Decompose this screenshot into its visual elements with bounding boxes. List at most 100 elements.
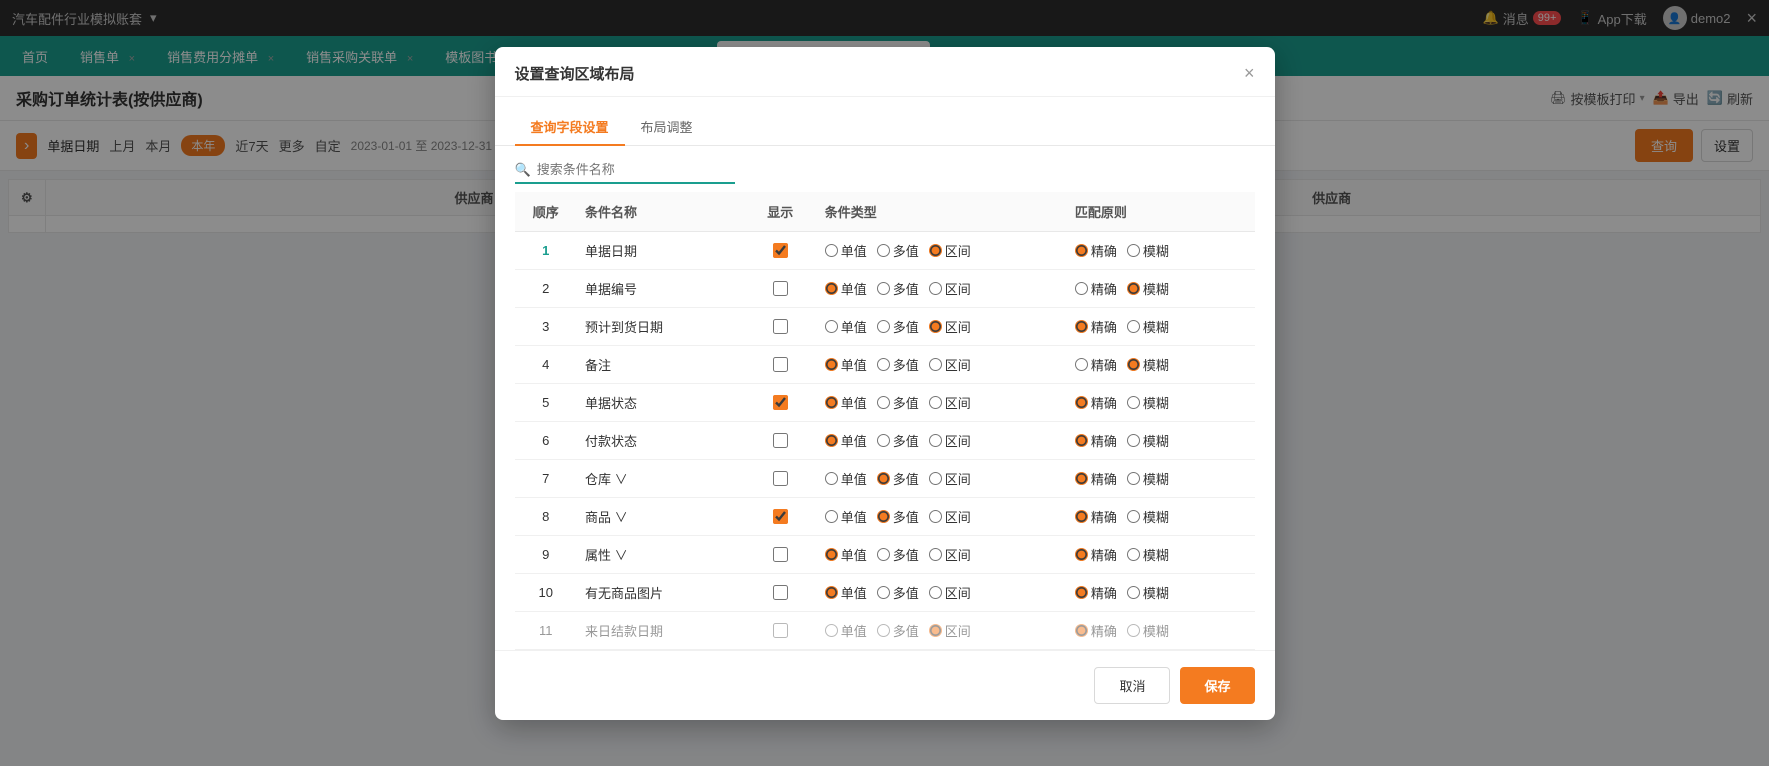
match-radio-精确[interactable]: 精确 <box>1075 583 1117 602</box>
match-radio-模糊[interactable]: 模糊 <box>1127 241 1169 260</box>
row-display-checkbox[interactable] <box>773 471 788 486</box>
type-radio-input[interactable] <box>877 624 890 637</box>
type-radio-input[interactable] <box>877 282 890 295</box>
match-radio-input[interactable] <box>1127 472 1140 485</box>
match-radio-模糊[interactable]: 模糊 <box>1127 279 1169 298</box>
type-radio-区间[interactable]: 区间 <box>929 545 971 564</box>
type-radio-input[interactable] <box>877 244 890 257</box>
type-radio-区间[interactable]: 区间 <box>929 507 971 526</box>
row-display-checkbox[interactable] <box>773 395 788 410</box>
match-radio-精确[interactable]: 精确 <box>1075 507 1117 526</box>
match-radio-input[interactable] <box>1127 586 1140 599</box>
type-radio-input[interactable] <box>825 320 838 333</box>
type-radio-input[interactable] <box>877 510 890 523</box>
match-radio-精确[interactable]: 精确 <box>1075 317 1117 336</box>
type-radio-input[interactable] <box>929 244 942 257</box>
match-radio-精确[interactable]: 精确 <box>1075 355 1117 374</box>
type-radio-input[interactable] <box>929 282 942 295</box>
type-radio-input[interactable] <box>825 358 838 371</box>
type-radio-单值[interactable]: 单值 <box>825 583 867 602</box>
type-radio-input[interactable] <box>825 624 838 637</box>
type-radio-input[interactable] <box>877 320 890 333</box>
row-display-checkbox[interactable] <box>773 357 788 372</box>
type-radio-区间[interactable]: 区间 <box>929 355 971 374</box>
match-radio-input[interactable] <box>1127 358 1140 371</box>
match-radio-input[interactable] <box>1075 282 1088 295</box>
type-radio-多值[interactable]: 多值 <box>877 583 919 602</box>
match-radio-input[interactable] <box>1127 282 1140 295</box>
type-radio-input[interactable] <box>929 434 942 447</box>
match-radio-input[interactable] <box>1075 510 1088 523</box>
type-radio-input[interactable] <box>929 396 942 409</box>
type-radio-区间[interactable]: 区间 <box>929 431 971 450</box>
match-radio-精确[interactable]: 精确 <box>1075 393 1117 412</box>
match-radio-input[interactable] <box>1075 472 1088 485</box>
type-radio-input[interactable] <box>877 358 890 371</box>
type-radio-input[interactable] <box>929 548 942 561</box>
search-input[interactable] <box>537 162 717 177</box>
type-radio-input[interactable] <box>929 358 942 371</box>
tab-layout-adjust[interactable]: 布局调整 <box>625 109 709 146</box>
match-radio-精确[interactable]: 精确 <box>1075 431 1117 450</box>
type-radio-input[interactable] <box>825 472 838 485</box>
type-radio-input[interactable] <box>825 548 838 561</box>
type-radio-区间[interactable]: 区间 <box>929 317 971 336</box>
match-radio-input[interactable] <box>1127 320 1140 333</box>
type-radio-单值[interactable]: 单值 <box>825 393 867 412</box>
type-radio-多值[interactable]: 多值 <box>877 317 919 336</box>
type-radio-多值[interactable]: 多值 <box>877 431 919 450</box>
type-radio-单值[interactable]: 单值 <box>825 621 867 640</box>
row-display-checkbox[interactable] <box>773 509 788 524</box>
type-radio-多值[interactable]: 多值 <box>877 241 919 260</box>
type-radio-单值[interactable]: 单值 <box>825 469 867 488</box>
match-radio-模糊[interactable]: 模糊 <box>1127 469 1169 488</box>
match-radio-input[interactable] <box>1127 624 1140 637</box>
match-radio-模糊[interactable]: 模糊 <box>1127 431 1169 450</box>
type-radio-input[interactable] <box>877 586 890 599</box>
type-radio-多值[interactable]: 多值 <box>877 279 919 298</box>
match-radio-模糊[interactable]: 模糊 <box>1127 621 1169 640</box>
type-radio-input[interactable] <box>825 586 838 599</box>
type-radio-多值[interactable]: 多值 <box>877 621 919 640</box>
match-radio-模糊[interactable]: 模糊 <box>1127 583 1169 602</box>
type-radio-单值[interactable]: 单值 <box>825 279 867 298</box>
type-radio-区间[interactable]: 区间 <box>929 393 971 412</box>
type-radio-多值[interactable]: 多值 <box>877 507 919 526</box>
row-display-checkbox[interactable] <box>773 547 788 562</box>
match-radio-input[interactable] <box>1075 548 1088 561</box>
match-radio-模糊[interactable]: 模糊 <box>1127 545 1169 564</box>
row-display-checkbox[interactable] <box>773 243 788 258</box>
row-display-checkbox[interactable] <box>773 319 788 334</box>
match-radio-input[interactable] <box>1075 320 1088 333</box>
match-radio-input[interactable] <box>1127 434 1140 447</box>
match-radio-模糊[interactable]: 模糊 <box>1127 355 1169 374</box>
match-radio-input[interactable] <box>1075 586 1088 599</box>
type-radio-单值[interactable]: 单值 <box>825 355 867 374</box>
match-radio-input[interactable] <box>1075 358 1088 371</box>
type-radio-单值[interactable]: 单值 <box>825 507 867 526</box>
type-radio-区间[interactable]: 区间 <box>929 583 971 602</box>
row-display-checkbox[interactable] <box>773 281 788 296</box>
match-radio-input[interactable] <box>1127 510 1140 523</box>
match-radio-input[interactable] <box>1075 244 1088 257</box>
match-radio-input[interactable] <box>1127 548 1140 561</box>
type-radio-input[interactable] <box>929 586 942 599</box>
type-radio-input[interactable] <box>877 434 890 447</box>
match-radio-input[interactable] <box>1127 396 1140 409</box>
type-radio-input[interactable] <box>877 396 890 409</box>
match-radio-模糊[interactable]: 模糊 <box>1127 393 1169 412</box>
type-radio-input[interactable] <box>825 434 838 447</box>
match-radio-精确[interactable]: 精确 <box>1075 241 1117 260</box>
match-radio-精确[interactable]: 精确 <box>1075 469 1117 488</box>
row-display-checkbox[interactable] <box>773 623 788 638</box>
type-radio-区间[interactable]: 区间 <box>929 279 971 298</box>
type-radio-区间[interactable]: 区间 <box>929 621 971 640</box>
match-radio-模糊[interactable]: 模糊 <box>1127 317 1169 336</box>
type-radio-input[interactable] <box>929 510 942 523</box>
tab-query-fields[interactable]: 查询字段设置 <box>515 109 625 146</box>
match-radio-精确[interactable]: 精确 <box>1075 545 1117 564</box>
type-radio-多值[interactable]: 多值 <box>877 393 919 412</box>
type-radio-单值[interactable]: 单值 <box>825 241 867 260</box>
type-radio-单值[interactable]: 单值 <box>825 317 867 336</box>
type-radio-input[interactable] <box>929 320 942 333</box>
